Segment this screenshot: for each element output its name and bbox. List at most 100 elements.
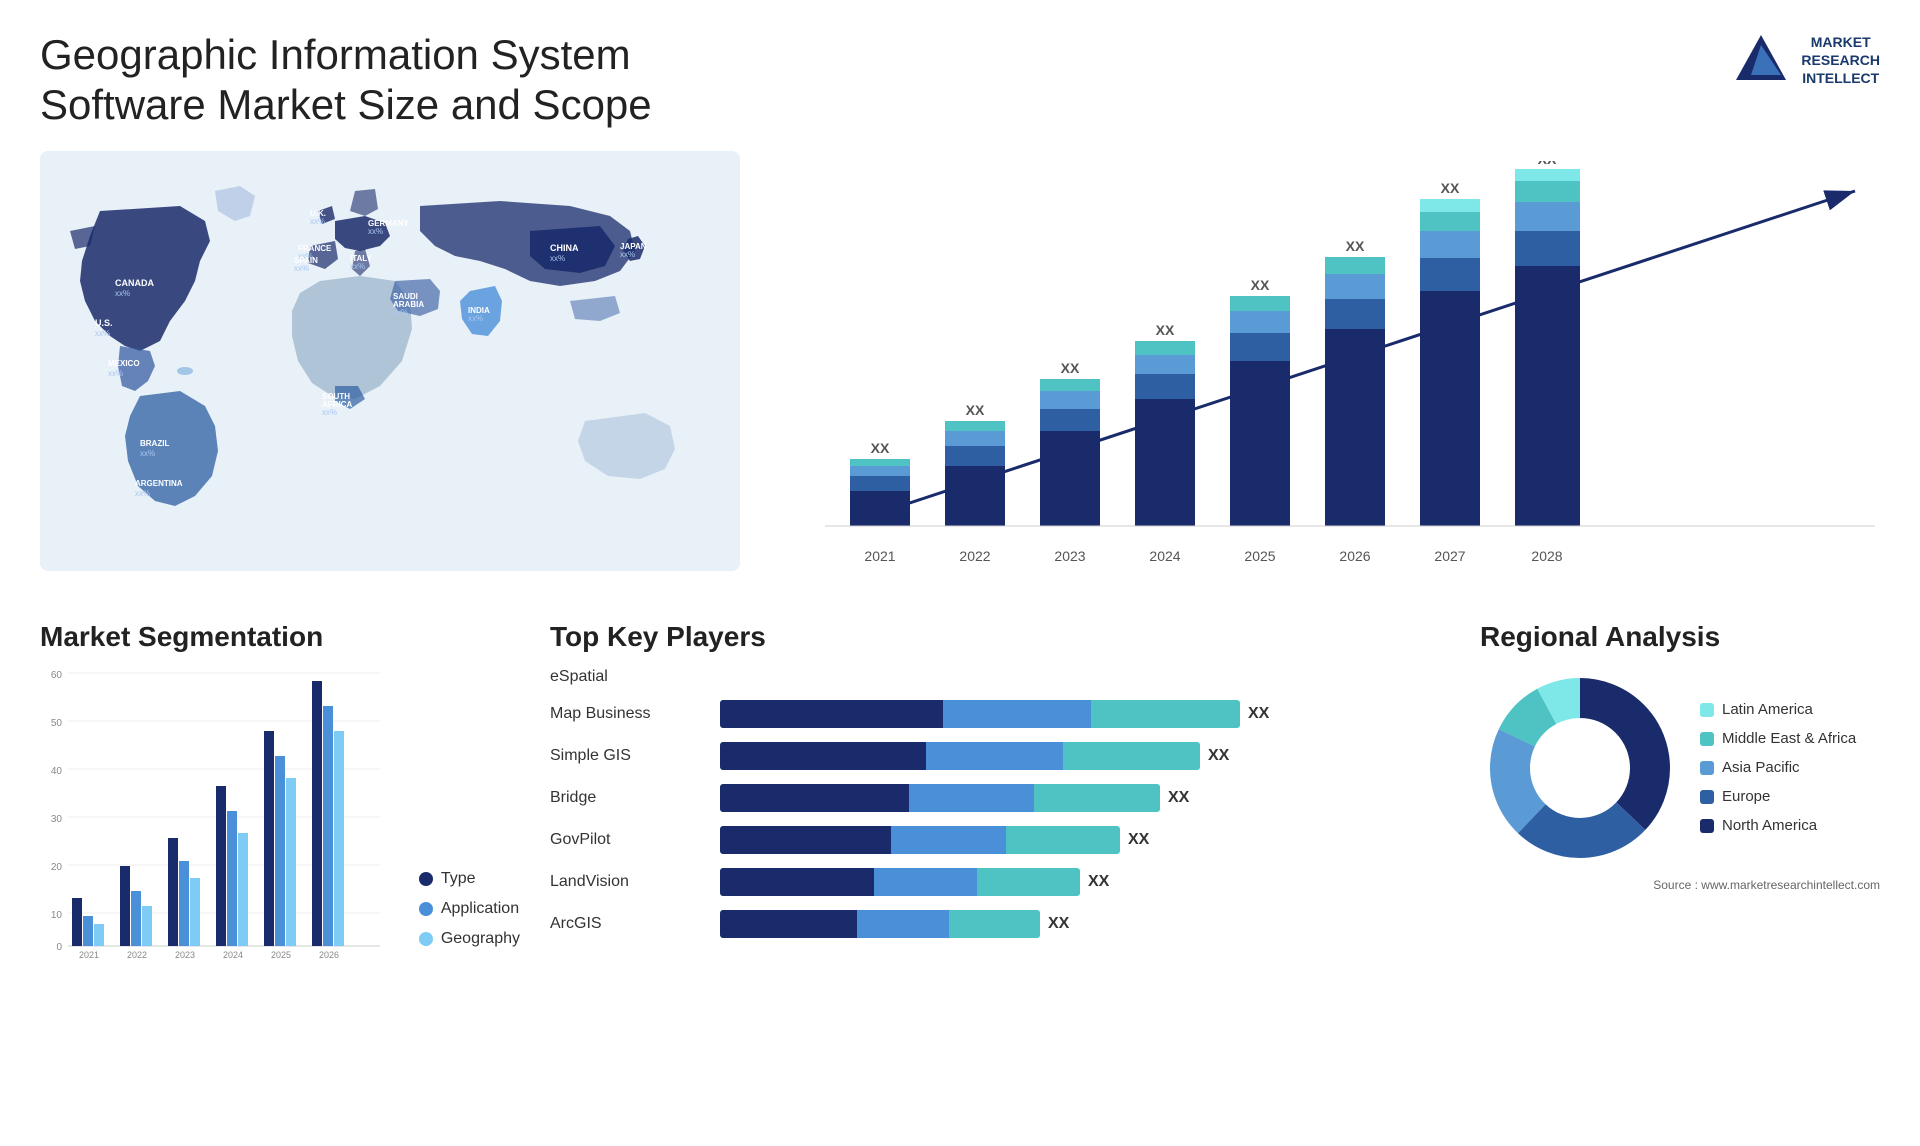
svg-text:2026: 2026 [1339,548,1370,564]
donut-legend-item: Latin America [1700,701,1856,718]
svg-text:30: 30 [51,814,63,825]
bottom-section: Market Segmentation 60 50 40 30 20 10 0 [40,621,1880,968]
type-dot [419,872,433,886]
donut-legend-label: Latin America [1722,701,1813,718]
regional-title: Regional Analysis [1480,621,1880,653]
svg-text:40: 40 [51,766,63,777]
player-row: Map BusinessXX [550,700,1450,728]
source-text: Source : www.marketresearchintellect.com [1480,878,1880,892]
svg-text:2023: 2023 [175,950,195,960]
svg-text:2025: 2025 [271,950,291,960]
player-row: Simple GIS XX [550,742,1450,770]
svg-text:xx%: xx% [620,250,635,259]
svg-text:xx%: xx% [393,308,408,317]
svg-text:XX: XX [1061,360,1080,376]
svg-text:XX: XX [1156,322,1175,338]
svg-text:xx%: xx% [135,489,150,498]
svg-text:CHINA: CHINA [550,243,579,253]
donut-legend-item: Europe [1700,788,1856,805]
player-bar-container: XX [720,826,1450,854]
player-value: XX [1128,831,1149,849]
growth-chart-container: XX 2021 XX 2022 XX [770,151,1880,591]
donut-legend-item: Middle East & Africa [1700,730,1856,747]
geography-label: Geography [441,930,520,948]
svg-text:ARGENTINA: ARGENTINA [135,479,183,488]
svg-text:xx%: xx% [368,227,383,236]
legend-type: Type [419,870,520,888]
page-title: Geographic Information System Software M… [40,30,740,131]
page-wrapper: Geographic Information System Software M… [0,0,1920,1146]
svg-text:XX: XX [1538,161,1557,167]
donut-legend-label: Asia Pacific [1722,759,1800,776]
player-name: eSpatial [550,668,710,686]
svg-text:xx%: xx% [294,264,309,273]
svg-text:2024: 2024 [223,950,243,960]
player-name: Simple GIS [550,747,710,765]
svg-text:2024: 2024 [1149,548,1180,564]
key-players-title: Top Key Players [550,621,1450,653]
players-list: eSpatialMap BusinessXXSimple GISXXBridge… [550,668,1450,938]
svg-text:2026: 2026 [319,950,339,960]
logo-icon [1731,30,1791,90]
player-value: XX [1168,789,1189,807]
map-container: CANADA xx% U.S. xx% MEXICO xx% BRAZIL xx… [40,151,740,591]
svg-text:xx%: xx% [310,217,325,226]
svg-text:2023: 2023 [1054,548,1085,564]
svg-text:2025: 2025 [1244,548,1275,564]
svg-text:2028: 2028 [1531,548,1562,564]
type-label: Type [441,870,476,888]
svg-text:XX: XX [1441,180,1460,196]
legend-application: Application [419,900,520,918]
donut-legend-dot [1700,819,1714,833]
donut-legend-label: North America [1722,817,1817,834]
seg-legend: Type Application Geography [419,870,520,968]
svg-text:xx%: xx% [322,408,337,417]
svg-text:xx%: xx% [468,314,483,323]
player-row: LandVision XX [550,868,1450,896]
player-name: ArcGIS [550,915,710,933]
svg-text:xx%: xx% [95,329,110,338]
player-bar-container: XX [720,868,1450,896]
segmentation-container: Market Segmentation 60 50 40 30 20 10 0 [40,621,520,968]
svg-text:XX: XX [1346,238,1365,254]
legend-geography: Geography [419,930,520,948]
header: Geographic Information System Software M… [40,30,1880,131]
player-name: Bridge [550,789,710,807]
svg-text:2021: 2021 [864,548,895,564]
player-row: Bridge XX [550,784,1450,812]
logo-area: MARKET RESEARCH INTELLECT [1731,30,1880,90]
player-row: GovPilotXX [550,826,1450,854]
svg-text:60: 60 [51,670,63,681]
donut-legend-label: Europe [1722,788,1770,805]
svg-text:CANADA: CANADA [115,278,154,288]
player-name: LandVision [550,873,710,891]
regional-container: Regional Analysis [1480,621,1880,968]
player-value: XX [1248,705,1269,723]
player-bar-container: XX [720,784,1450,812]
player-bar-container: XX [720,910,1450,938]
donut-legend-label: Middle East & Africa [1722,730,1856,747]
growth-chart-inner: XX 2021 XX 2022 XX [770,161,1880,581]
svg-text:MEXICO: MEXICO [108,359,140,368]
svg-text:0: 0 [56,942,62,953]
svg-text:XX: XX [966,402,985,418]
svg-text:xx%: xx% [108,369,123,378]
player-bar-container: XX [720,700,1450,728]
top-section: CANADA xx% U.S. xx% MEXICO xx% BRAZIL xx… [40,151,1880,591]
logo-text: MARKET RESEARCH INTELLECT [1801,33,1880,88]
svg-text:XX: XX [1251,277,1270,293]
player-row: eSpatial [550,668,1450,686]
svg-text:xx%: xx% [140,449,155,458]
donut-wrapper: Latin America Middle East & Africa Asia Pa… [1480,668,1880,868]
application-label: Application [441,900,519,918]
donut-legend-dot [1700,761,1714,775]
player-value: XX [1088,873,1109,891]
donut-chart [1480,668,1680,868]
svg-text:2021: 2021 [79,950,99,960]
player-value: XX [1208,747,1229,765]
svg-text:2027: 2027 [1434,548,1465,564]
player-row: ArcGIS XX [550,910,1450,938]
segmentation-title: Market Segmentation [40,621,520,653]
donut-legend-dot [1700,790,1714,804]
svg-text:xx%: xx% [350,262,365,271]
